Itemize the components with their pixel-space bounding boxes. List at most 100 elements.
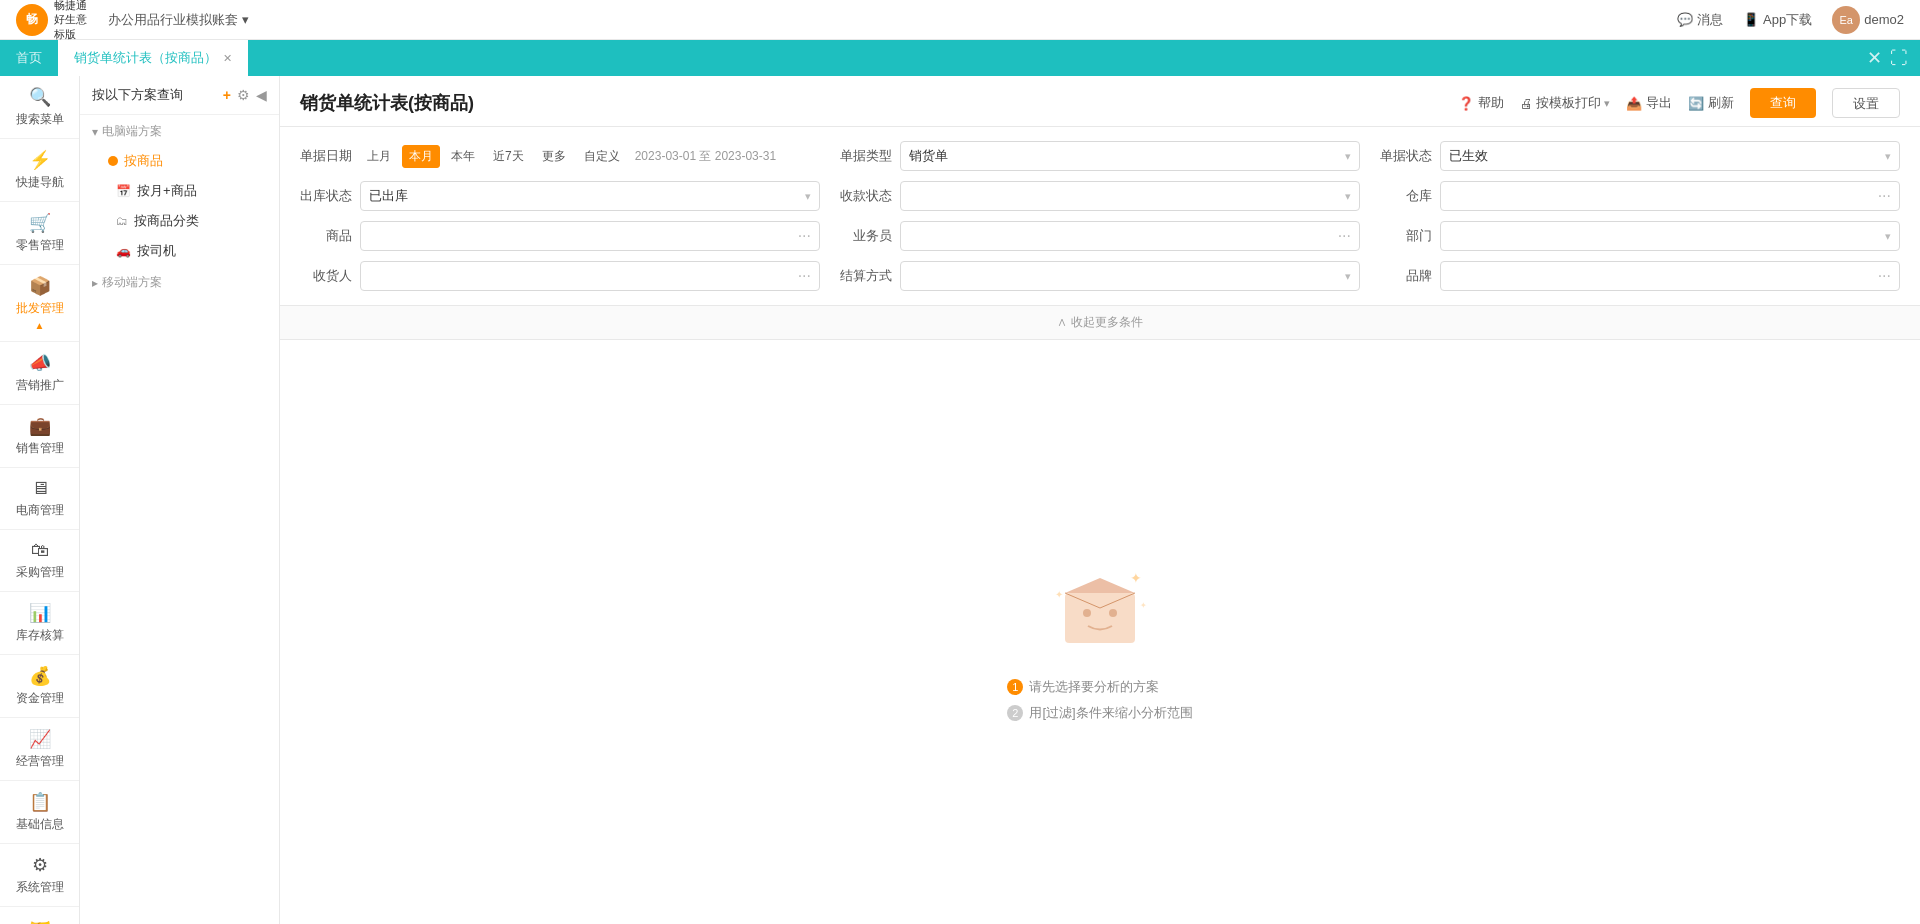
tree-item-by-goods[interactable]: 按商品: [80, 146, 279, 176]
template-print-btn[interactable]: 🖨 按模板打印 ▾: [1520, 94, 1610, 112]
filter-department-item: 部门 ▾: [1380, 221, 1900, 251]
empty-tips: 1 请先选择要分析的方案 2 用[过滤]条件来缩小分析范围: [1007, 674, 1192, 726]
left-panel: 按以下方案查询 + ⚙ ◀ ▾ 电脑端方案 按商品 📅 按月+商品: [80, 76, 280, 924]
date-btn-this-month[interactable]: 本月: [402, 145, 440, 168]
sidebar: 🔍 搜索菜单 ⚡ 快捷导航 🛒 零售管理 📦 批发管理 ▲ 📣 营销推广 💼 销…: [0, 76, 80, 924]
sidebar-item-operation[interactable]: 📈 经营管理: [0, 718, 79, 781]
message-btn[interactable]: 💬 消息: [1677, 11, 1723, 29]
tree-group-mobile[interactable]: ▸ 移动端方案: [80, 266, 279, 297]
date-btn-7days[interactable]: 近7天: [486, 145, 531, 168]
filter-order-type-control[interactable]: 销货单 ▾: [900, 141, 1360, 171]
export-icon: 📤: [1626, 96, 1642, 111]
empty-state: ✦ ✦ ✦ 1 请先选择要分析的方案 2 用[过滤]条件来缩小分析范围: [280, 340, 1920, 924]
message-icon: 💬: [1677, 12, 1693, 27]
sidebar-item-inventory[interactable]: 📊 库存核算: [0, 592, 79, 655]
date-btn-custom[interactable]: 自定义: [577, 145, 627, 168]
filter-brand-control[interactable]: ···: [1440, 261, 1900, 291]
filter-payment-status-control[interactable]: ▾: [900, 181, 1360, 211]
set-button[interactable]: 设置: [1832, 88, 1900, 118]
sidebar-item-sales[interactable]: 💼 销售管理: [0, 405, 79, 468]
date-btn-last-month[interactable]: 上月: [360, 145, 398, 168]
retail-icon: 🛒: [29, 212, 51, 234]
sidebar-item-finance[interactable]: 💰 资金管理: [0, 655, 79, 718]
user-menu[interactable]: Ea demo2: [1832, 6, 1904, 34]
settings-scheme-icon[interactable]: ⚙: [237, 87, 250, 103]
date-btn-this-year[interactable]: 本年: [444, 145, 482, 168]
filter-order-status-control[interactable]: 已生效 ▾: [1440, 141, 1900, 171]
sidebar-item-wholesale[interactable]: 📦 批发管理 ▲: [0, 265, 79, 342]
category-icon: 🗂: [116, 214, 128, 228]
filter-payment-status-item: 收款状态 ▾: [840, 181, 1360, 211]
sidebar-item-retail[interactable]: 🛒 零售管理: [0, 202, 79, 265]
tab-maximize-icon[interactable]: ⛶: [1890, 48, 1908, 69]
receiver-dots-icon: ···: [798, 267, 811, 285]
tree-item-by-cashier[interactable]: 🚗 按司机: [80, 236, 279, 266]
empty-tip-2: 2 用[过滤]条件来缩小分析范围: [1007, 700, 1192, 726]
tree-expand-icon: ▾: [92, 125, 98, 139]
basic-icon: 📋: [29, 791, 51, 813]
inner-layout: 按以下方案查询 + ⚙ ◀ ▾ 电脑端方案 按商品 📅 按月+商品: [80, 76, 1920, 924]
sidebar-item-enterprise[interactable]: 🤝 企业协同: [0, 907, 79, 924]
purchase-icon: 🛍: [31, 540, 49, 561]
add-scheme-icon[interactable]: +: [223, 87, 231, 103]
tree-item-by-month-goods[interactable]: 📅 按月+商品: [80, 176, 279, 206]
tab-bar: 首页 销货单统计表（按商品） ✕ ✕ ⛶: [0, 40, 1920, 76]
sidebar-item-search[interactable]: 🔍 搜索菜单: [0, 76, 79, 139]
sidebar-item-system[interactable]: ⚙ 系统管理: [0, 844, 79, 907]
filter-settlement-control[interactable]: ▾: [900, 261, 1360, 291]
tab-close-window-icon[interactable]: ✕: [1867, 47, 1882, 69]
payment-status-caret-icon: ▾: [1345, 190, 1351, 203]
quick-nav-icon: ⚡: [29, 149, 51, 171]
filter-brand-item: 品牌 ···: [1380, 261, 1900, 291]
filter-date-item: 单据日期 上月 本月 本年 近7天 更多 自定义 2023-03-01 至 20…: [300, 145, 820, 168]
filter-row-1: 单据日期 上月 本月 本年 近7天 更多 自定义 2023-03-01 至 20…: [300, 141, 1900, 171]
sidebar-item-quick-nav[interactable]: ⚡ 快捷导航: [0, 139, 79, 202]
tree-item-by-goods-cat[interactable]: 🗂 按商品分类: [80, 206, 279, 236]
filter-stock-out-item: 出库状态 已出库 ▾: [300, 181, 820, 211]
help-btn[interactable]: ❓ 帮助: [1458, 94, 1504, 112]
filter-salesperson-control[interactable]: ···: [900, 221, 1360, 251]
sidebar-item-marketing[interactable]: 📣 营销推广: [0, 342, 79, 405]
svg-text:✦: ✦: [1055, 589, 1063, 600]
left-panel-icons: + ⚙ ◀: [223, 87, 267, 103]
tab-home[interactable]: 首页: [0, 40, 58, 76]
filter-settlement-item: 结算方式 ▾: [840, 261, 1360, 291]
filter-order-status-item: 单据状态 已生效 ▾: [1380, 141, 1900, 171]
sidebar-item-purchase[interactable]: 🛍 采购管理: [0, 530, 79, 592]
filter-settlement-label: 结算方式: [840, 267, 892, 285]
query-button[interactable]: 查询: [1750, 88, 1816, 118]
filter-warehouse-item: 仓库 ···: [1380, 181, 1900, 211]
filter-receiver-control[interactable]: ···: [360, 261, 820, 291]
export-btn[interactable]: 📤 导出: [1626, 94, 1672, 112]
calendar-icon: 📅: [116, 184, 131, 198]
sidebar-item-basic[interactable]: 📋 基础信息: [0, 781, 79, 844]
account-dropdown[interactable]: 办公用品行业模拟账套 ▾: [108, 11, 1665, 29]
empty-tip-1: 1 请先选择要分析的方案: [1007, 674, 1192, 700]
print-icon: 🖨: [1520, 96, 1533, 111]
svg-text:✦: ✦: [1140, 601, 1147, 610]
collapse-panel-icon[interactable]: ◀: [256, 87, 267, 103]
filter-order-status-label: 单据状态: [1380, 147, 1432, 165]
filter-stock-out-label: 出库状态: [300, 187, 352, 205]
page-title: 销货单统计表(按商品): [300, 91, 474, 115]
filter-department-control[interactable]: ▾: [1440, 221, 1900, 251]
filter-warehouse-control[interactable]: ···: [1440, 181, 1900, 211]
refresh-btn[interactable]: 🔄 刷新: [1688, 94, 1734, 112]
right-panel: 销货单统计表(按商品) ❓ 帮助 🖨 按模板打印 ▾ 📤 导出: [280, 76, 1920, 924]
filter-stock-out-control[interactable]: 已出库 ▾: [360, 181, 820, 211]
active-dot: [108, 156, 118, 166]
collapse-more-conditions[interactable]: ∧ 收起更多条件: [280, 306, 1920, 340]
filter-goods-control[interactable]: ···: [360, 221, 820, 251]
filter-brand-label: 品牌: [1380, 267, 1432, 285]
sidebar-item-ecom[interactable]: 🖥 电商管理: [0, 468, 79, 530]
app-download-btn[interactable]: 📱 App下载: [1743, 11, 1812, 29]
tree-group-pc[interactable]: ▾ 电脑端方案: [80, 115, 279, 146]
logo-icon: 畅: [16, 4, 48, 36]
settlement-caret-icon: ▾: [1345, 270, 1351, 283]
filter-order-type-item: 单据类型 销货单 ▾: [840, 141, 1360, 171]
tab-close-icon[interactable]: ✕: [223, 52, 232, 65]
svg-marker-1: [1065, 578, 1135, 593]
date-btn-more[interactable]: 更多: [535, 145, 573, 168]
filter-order-type-label: 单据类型: [840, 147, 892, 165]
tab-sales-stat[interactable]: 销货单统计表（按商品） ✕: [58, 40, 248, 76]
